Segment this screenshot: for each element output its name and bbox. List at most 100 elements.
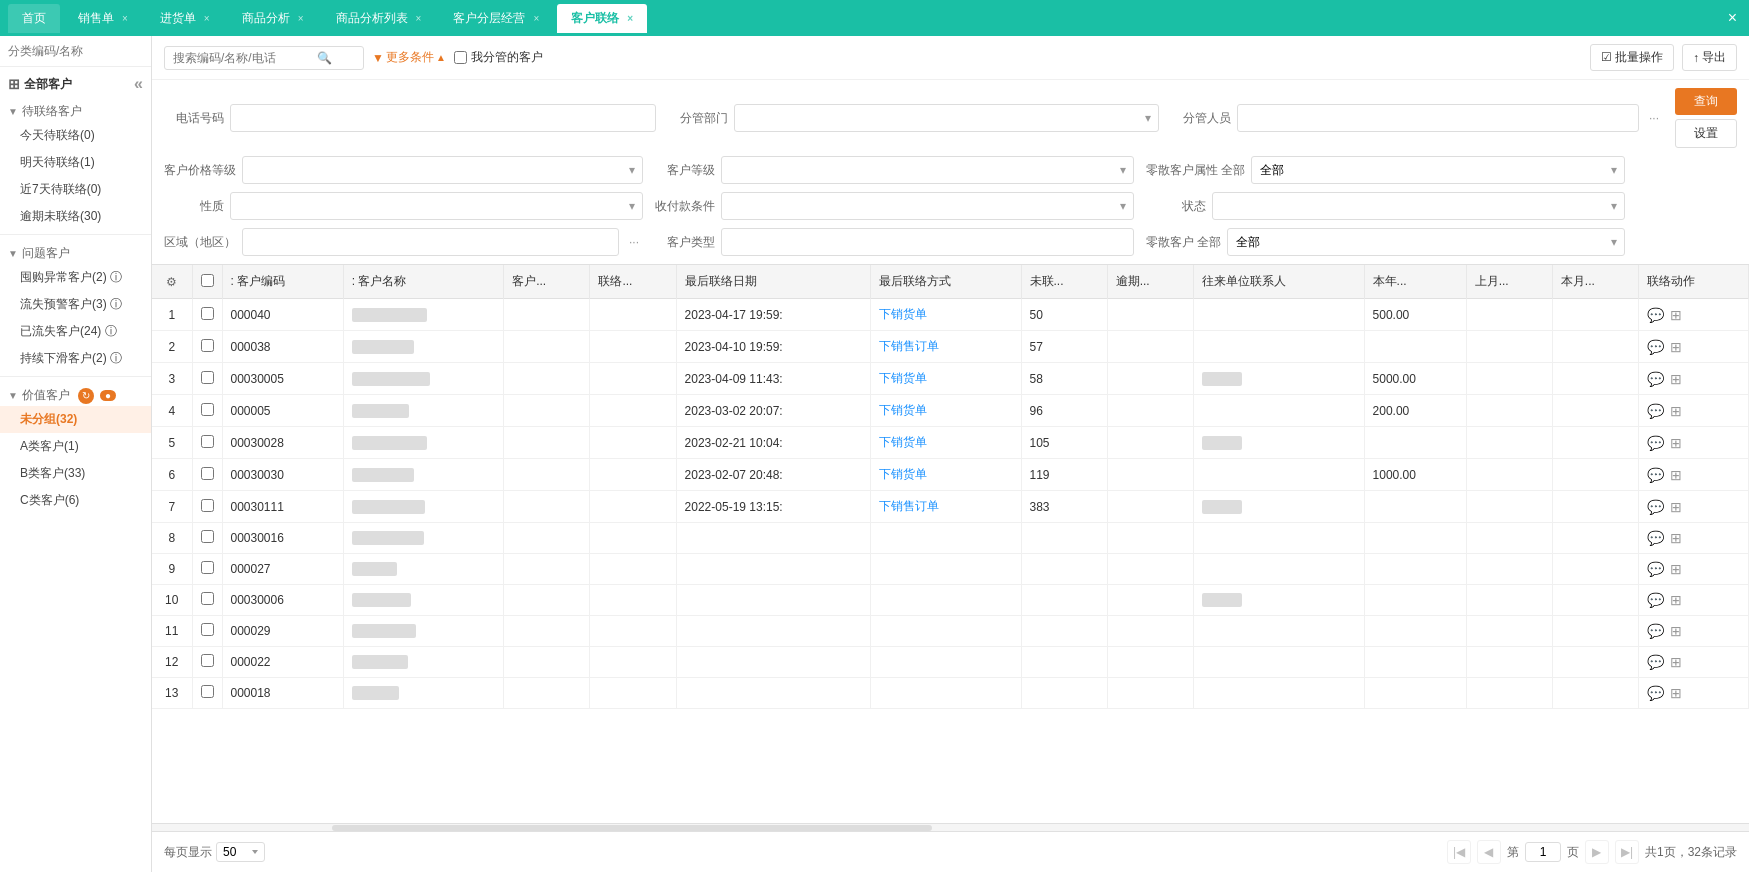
contact-method-link[interactable]: 下销货单 [879, 371, 927, 385]
grid-action-icon[interactable]: ⊞ [1670, 371, 1682, 387]
staff-select[interactable] [1237, 104, 1639, 132]
grid-action-icon[interactable]: ⊞ [1670, 403, 1682, 419]
chat-icon[interactable]: 💬 [1647, 467, 1664, 483]
chat-icon[interactable]: 💬 [1647, 654, 1664, 670]
tab-home[interactable]: 首页 [8, 4, 60, 33]
chat-icon[interactable]: 💬 [1647, 685, 1664, 701]
row-checkbox[interactable] [201, 307, 214, 320]
chat-icon[interactable]: 💬 [1647, 339, 1664, 355]
row-checkbox[interactable] [201, 403, 214, 416]
more-conditions-btn[interactable]: ▼ 更多条件 ▲ [372, 49, 446, 66]
status-select[interactable] [1212, 192, 1625, 220]
search-input[interactable] [173, 51, 313, 65]
row-checkbox[interactable] [201, 592, 214, 605]
contact-method-link[interactable]: 下销货单 [879, 307, 927, 321]
group-value-customers[interactable]: ▼ 价值客户 ↻ ● [0, 381, 151, 406]
tab-goods-analysis-list[interactable]: 商品分析列表 × [322, 4, 436, 33]
contact-method-link[interactable]: 下销货单 [879, 435, 927, 449]
zero-customer-select[interactable]: 全部 [1227, 228, 1625, 256]
payment-select[interactable] [721, 192, 1134, 220]
grid-action-icon[interactable]: ⊞ [1670, 530, 1682, 546]
row-checkbox[interactable] [201, 561, 214, 574]
chat-icon[interactable]: 💬 [1647, 499, 1664, 515]
sidebar-item-tomorrow-pending[interactable]: 明天待联络(1) [0, 149, 151, 176]
zero-attr-select[interactable]: 全部 [1251, 156, 1625, 184]
row-checkbox[interactable] [201, 654, 214, 667]
grid-action-icon[interactable]: ⊞ [1670, 561, 1682, 577]
sidebar-item-class-b[interactable]: B类客户(33) [0, 460, 151, 487]
chat-icon[interactable]: 💬 [1647, 403, 1664, 419]
close-goods-analysis-tab[interactable]: × [298, 13, 304, 24]
close-all-tabs[interactable]: × [1724, 5, 1741, 31]
row-checkbox[interactable] [201, 499, 214, 512]
search-icon[interactable]: 🔍 [317, 51, 332, 65]
sidebar-item-class-a[interactable]: A类客户(1) [0, 433, 151, 460]
contact-method-link[interactable]: 下销货单 [879, 467, 927, 481]
group-problem-customers[interactable]: ▼ 问题客户 [0, 239, 151, 264]
grid-action-icon[interactable]: ⊞ [1670, 592, 1682, 608]
chat-icon[interactable]: 💬 [1647, 623, 1664, 639]
my-customers-checkbox[interactable] [454, 51, 467, 64]
customer-level-select[interactable] [721, 156, 1134, 184]
region-more-btn[interactable]: ··· [625, 235, 643, 249]
row-checkbox[interactable] [201, 623, 214, 636]
chat-icon[interactable]: 💬 [1647, 307, 1664, 323]
row-checkbox[interactable] [201, 685, 214, 698]
row-checkbox[interactable] [201, 371, 214, 384]
sidebar-item-week-pending[interactable]: 近7天待联络(0) [0, 176, 151, 203]
export-button[interactable]: ↑ 导出 [1682, 44, 1737, 71]
grid-action-icon[interactable]: ⊞ [1670, 685, 1682, 701]
my-customers-filter[interactable]: 我分管的客户 [454, 49, 543, 66]
group-pending-contact[interactable]: ▼ 待联络客户 [0, 97, 151, 122]
region-select[interactable] [242, 228, 619, 256]
next-page-btn[interactable]: ▶ [1585, 840, 1609, 864]
tab-sales[interactable]: 销售单 × [64, 4, 142, 33]
property-select[interactable] [230, 192, 643, 220]
chat-icon[interactable]: 💬 [1647, 530, 1664, 546]
chat-icon[interactable]: 💬 [1647, 592, 1664, 608]
grid-action-icon[interactable]: ⊞ [1670, 339, 1682, 355]
dept-select[interactable] [734, 104, 1160, 132]
price-level-select[interactable] [242, 156, 643, 184]
scrollbar-area[interactable] [152, 823, 1749, 831]
customer-type-select[interactable] [721, 228, 1134, 256]
row-checkbox[interactable] [201, 467, 214, 480]
sidebar-item-today-pending[interactable]: 今天待联络(0) [0, 122, 151, 149]
batch-op-button[interactable]: ☑ 批量操作 [1590, 44, 1674, 71]
sidebar-item-ungrouped[interactable]: 未分组(32) [0, 406, 151, 433]
tab-goods-analysis[interactable]: 商品分析 × [228, 4, 318, 33]
grid-action-icon[interactable]: ⊞ [1670, 307, 1682, 323]
last-page-btn[interactable]: ▶| [1615, 840, 1639, 864]
tab-purchase[interactable]: 进货单 × [146, 4, 224, 33]
select-all-checkbox[interactable] [201, 274, 214, 287]
query-button[interactable]: 查询 [1675, 88, 1737, 115]
reset-button[interactable]: 设置 [1675, 119, 1737, 148]
close-purchase-tab[interactable]: × [204, 13, 210, 24]
grid-action-icon[interactable]: ⊞ [1670, 499, 1682, 515]
grid-action-icon[interactable]: ⊞ [1670, 654, 1682, 670]
chat-icon[interactable]: 💬 [1647, 435, 1664, 451]
row-checkbox[interactable] [201, 530, 214, 543]
sidebar-item-class-c[interactable]: C类客户(6) [0, 487, 151, 514]
tab-customer-tier[interactable]: 客户分层经营 × [439, 4, 553, 33]
grid-action-icon[interactable]: ⊞ [1670, 435, 1682, 451]
close-customer-contact-tab[interactable]: × [627, 13, 633, 24]
sidebar-item-churned[interactable]: 已流失客户(24) ⓘ [0, 318, 151, 345]
sidebar-item-churn-warning[interactable]: 流失预警客户(3) ⓘ [0, 291, 151, 318]
row-checkbox[interactable] [201, 339, 214, 352]
phone-input[interactable] [230, 104, 656, 132]
grid-action-icon[interactable]: ⊞ [1670, 467, 1682, 483]
sidebar-item-overdue[interactable]: 逾期未联络(30) [0, 203, 151, 230]
h-scrollbar-thumb[interactable] [332, 825, 932, 831]
prev-page-btn[interactable]: ◀ [1477, 840, 1501, 864]
close-sales-tab[interactable]: × [122, 13, 128, 24]
tab-customer-contact[interactable]: 客户联络 × [557, 4, 647, 33]
page-size-select[interactable]: 50 20 100 [216, 842, 265, 862]
sidebar-search-input[interactable] [8, 44, 152, 58]
sidebar-item-declining[interactable]: 持续下滑客户(2) ⓘ [0, 345, 151, 372]
grid-action-icon[interactable]: ⊞ [1670, 623, 1682, 639]
contact-method-link[interactable]: 下销售订单 [879, 499, 939, 513]
page-number-input[interactable] [1525, 842, 1561, 862]
contact-method-link[interactable]: 下销售订单 [879, 339, 939, 353]
chat-icon[interactable]: 💬 [1647, 371, 1664, 387]
